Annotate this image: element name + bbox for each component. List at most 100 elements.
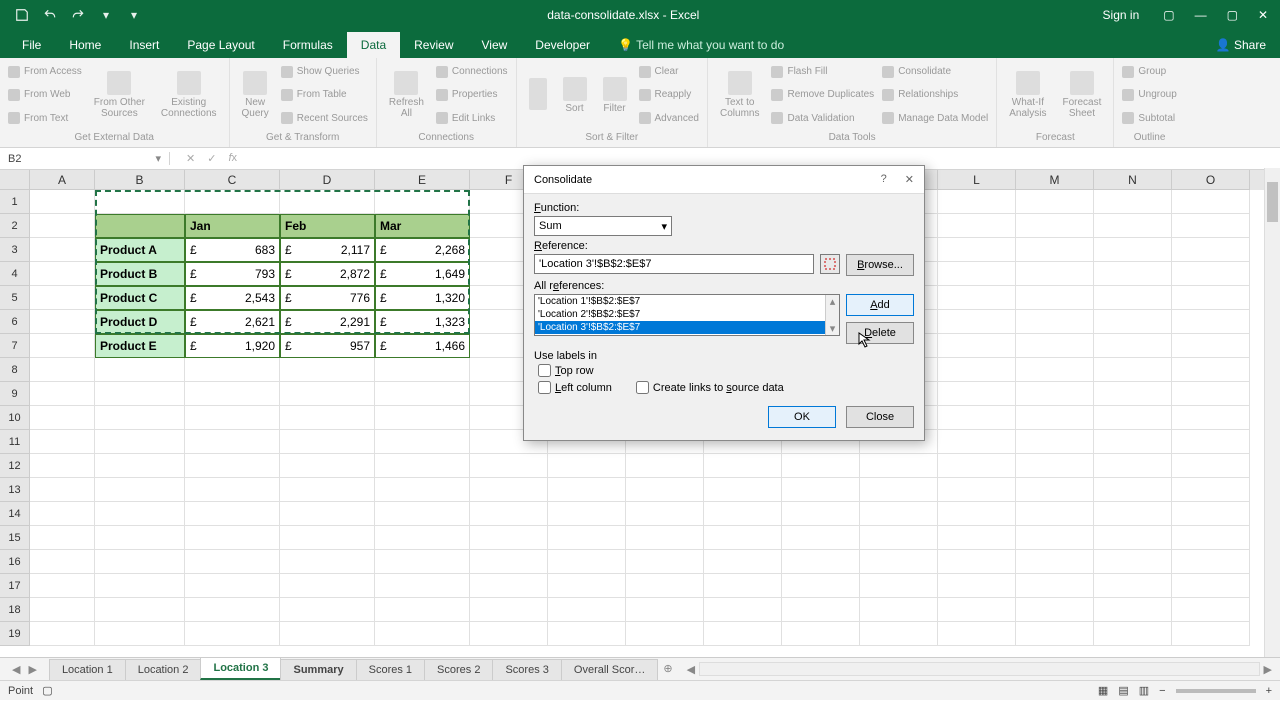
cell[interactable]	[782, 598, 860, 622]
touch-mode-icon[interactable]: ▾	[96, 5, 116, 25]
tab-data[interactable]: Data	[347, 32, 400, 58]
cell[interactable]	[1094, 334, 1172, 358]
cell[interactable]	[1016, 622, 1094, 646]
cell[interactable]	[185, 550, 280, 574]
redo-icon[interactable]	[68, 5, 88, 25]
cell[interactable]	[280, 382, 375, 406]
cell[interactable]	[30, 286, 95, 310]
create-links-checkbox[interactable]	[636, 381, 649, 394]
tab-formulas[interactable]: Formulas	[269, 32, 347, 58]
all-references-list[interactable]: 'Location 1'!$B$2:$E$7 'Location 2'!$B$2…	[534, 294, 840, 336]
cell[interactable]	[1016, 238, 1094, 262]
cell[interactable]: Mar	[375, 214, 470, 238]
sheet-nav-next-icon[interactable]: ▶	[28, 663, 36, 676]
cell[interactable]	[30, 550, 95, 574]
cell[interactable]	[95, 622, 185, 646]
row-header[interactable]: 4	[0, 262, 30, 286]
dialog-close-icon[interactable]: ✕	[905, 173, 914, 186]
cell[interactable]	[30, 214, 95, 238]
cell[interactable]	[938, 502, 1016, 526]
cell[interactable]: £776	[280, 286, 375, 310]
cell[interactable]	[280, 550, 375, 574]
cell[interactable]	[95, 574, 185, 598]
row-header[interactable]: 9	[0, 382, 30, 406]
cell[interactable]	[704, 502, 782, 526]
row-header[interactable]: 17	[0, 574, 30, 598]
cell[interactable]: Product D	[95, 310, 185, 334]
cell[interactable]	[860, 574, 938, 598]
cell[interactable]	[782, 502, 860, 526]
cell[interactable]	[30, 622, 95, 646]
tab-insert[interactable]: Insert	[115, 32, 173, 58]
cell[interactable]	[860, 502, 938, 526]
dialog-help-icon[interactable]: ?	[881, 173, 887, 186]
tab-developer[interactable]: Developer	[521, 32, 604, 58]
subtotal-button[interactable]: Subtotal	[1120, 111, 1178, 125]
top-row-checkbox[interactable]	[538, 364, 551, 377]
cell[interactable]	[1094, 598, 1172, 622]
cell[interactable]	[626, 454, 704, 478]
add-button[interactable]: Add	[846, 294, 914, 316]
cell[interactable]: £683	[185, 238, 280, 262]
cell[interactable]: £2,543	[185, 286, 280, 310]
save-icon[interactable]	[12, 5, 32, 25]
filter-button[interactable]: Filter	[597, 60, 633, 130]
cell[interactable]	[470, 574, 548, 598]
cell[interactable]	[185, 358, 280, 382]
cell[interactable]	[95, 382, 185, 406]
cell[interactable]	[375, 622, 470, 646]
group-button[interactable]: Group	[1120, 65, 1178, 79]
cell[interactable]	[1172, 406, 1250, 430]
cell[interactable]	[1016, 454, 1094, 478]
cell[interactable]: £2,117	[280, 238, 375, 262]
cell[interactable]	[470, 454, 548, 478]
cell[interactable]	[782, 478, 860, 502]
cell[interactable]	[1172, 430, 1250, 454]
cell[interactable]	[280, 526, 375, 550]
cell[interactable]	[782, 526, 860, 550]
cell[interactable]	[185, 478, 280, 502]
zoom-in-icon[interactable]: +	[1266, 685, 1272, 697]
vertical-scrollbar[interactable]	[1264, 168, 1280, 657]
maximize-icon[interactable]: ▢	[1227, 8, 1238, 22]
cell[interactable]	[1094, 214, 1172, 238]
cell[interactable]	[1094, 262, 1172, 286]
cell[interactable]	[375, 574, 470, 598]
cell[interactable]	[1094, 478, 1172, 502]
col-header[interactable]: E	[375, 170, 470, 190]
close-icon[interactable]: ✕	[1258, 8, 1268, 22]
tell-me-input[interactable]: 💡 Tell me what you want to do	[604, 32, 1202, 58]
cell[interactable]	[375, 382, 470, 406]
cell[interactable]: £2,268	[375, 238, 470, 262]
macro-record-icon[interactable]: ▢	[42, 685, 52, 697]
cell[interactable]	[626, 502, 704, 526]
cell[interactable]	[704, 622, 782, 646]
sort-button[interactable]: Sort	[557, 60, 593, 130]
cell[interactable]	[938, 550, 1016, 574]
ok-button[interactable]: OK	[768, 406, 836, 428]
ungroup-button[interactable]: Ungroup	[1120, 88, 1178, 102]
cell[interactable]	[938, 454, 1016, 478]
cell[interactable]	[470, 550, 548, 574]
fx-icon[interactable]: fx	[228, 152, 237, 165]
properties-button[interactable]: Properties	[434, 88, 510, 102]
cell[interactable]	[1094, 358, 1172, 382]
cell[interactable]: Jan	[185, 214, 280, 238]
consolidate-button[interactable]: Consolidate	[880, 65, 990, 79]
cell[interactable]	[30, 262, 95, 286]
left-column-checkbox[interactable]	[538, 381, 551, 394]
cell[interactable]	[185, 502, 280, 526]
cell[interactable]	[860, 550, 938, 574]
data-validation-button[interactable]: Data Validation	[769, 111, 876, 125]
cell[interactable]	[1172, 310, 1250, 334]
cell[interactable]	[185, 406, 280, 430]
recent-sources-button[interactable]: Recent Sources	[279, 111, 370, 125]
cell[interactable]	[1172, 502, 1250, 526]
qat-customize-icon[interactable]: ▾	[124, 5, 144, 25]
cell[interactable]	[95, 358, 185, 382]
cell[interactable]	[1094, 502, 1172, 526]
cell[interactable]	[375, 550, 470, 574]
cell[interactable]	[30, 238, 95, 262]
cell[interactable]	[782, 550, 860, 574]
col-header[interactable]: O	[1172, 170, 1250, 190]
